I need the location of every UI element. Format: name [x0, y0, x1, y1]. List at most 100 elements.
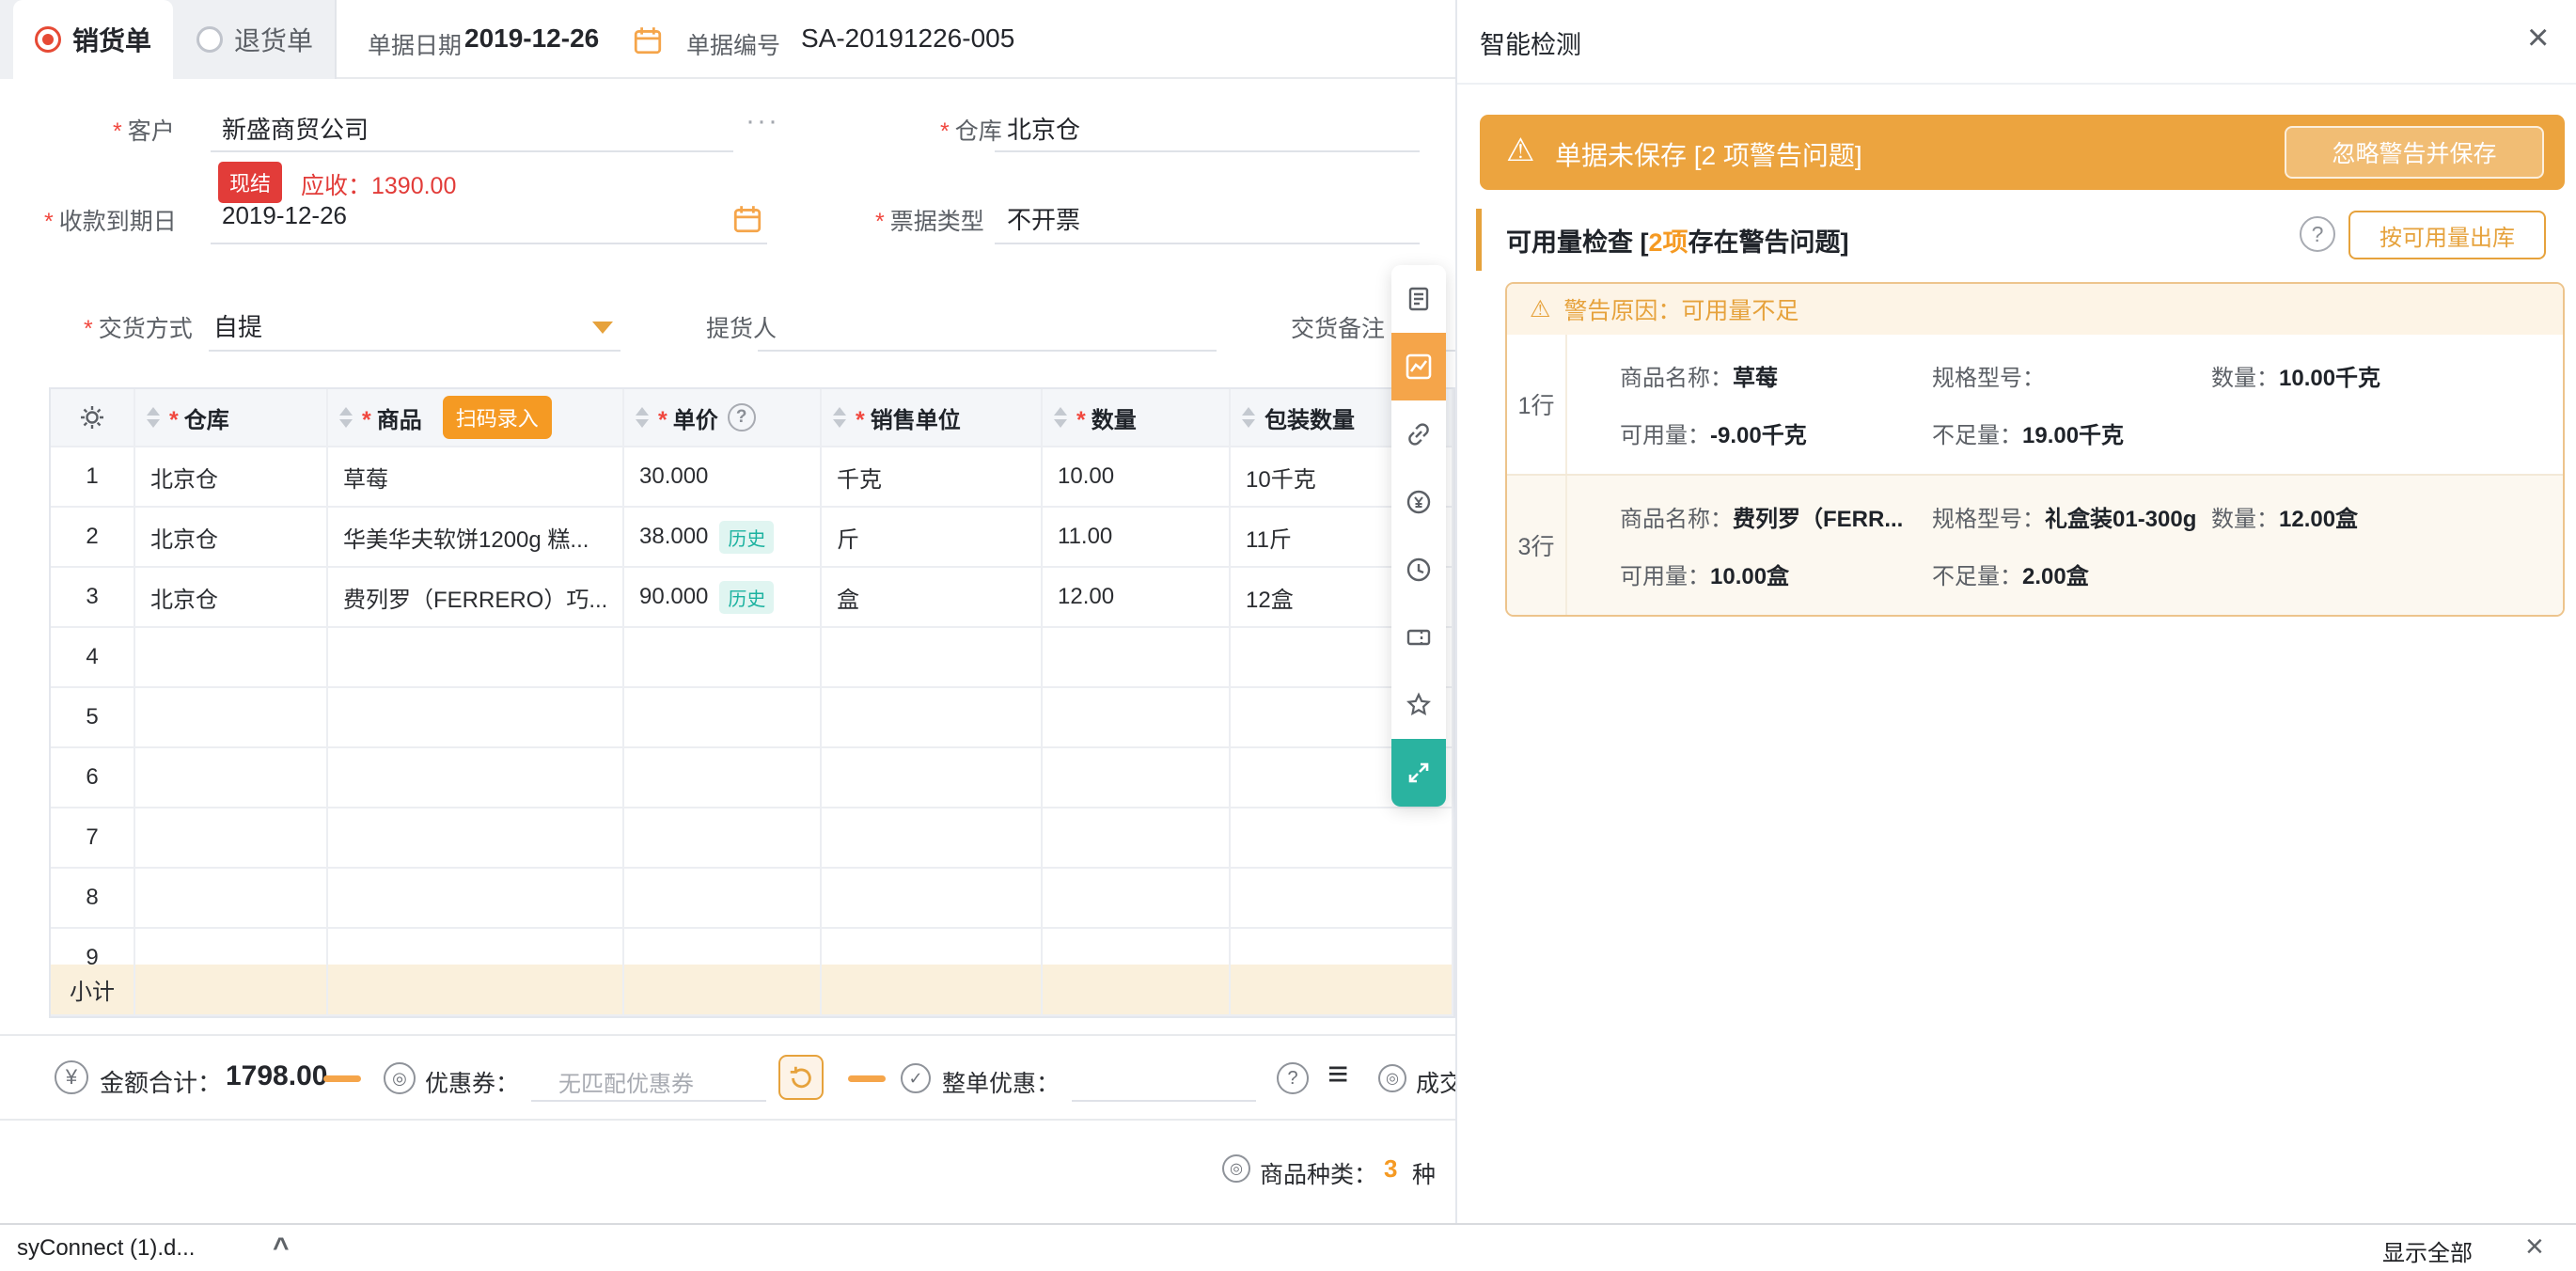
sort-icon[interactable] — [833, 407, 846, 428]
cell-price[interactable] — [624, 808, 822, 869]
close-icon[interactable]: × — [2527, 17, 2549, 59]
star-tool-icon[interactable] — [1391, 671, 1446, 739]
cell-price[interactable]: 38.000 历史 — [624, 508, 822, 568]
coupon-refresh-button[interactable] — [778, 1055, 824, 1100]
customer-more-button[interactable]: ··· — [746, 105, 779, 137]
link-tool-icon[interactable] — [1391, 400, 1446, 468]
cell-warehouse[interactable] — [135, 869, 328, 929]
chart-tool-icon[interactable] — [1391, 333, 1446, 400]
cell-unit[interactable]: 盒 — [822, 568, 1043, 628]
header-quantity[interactable]: 数量 — [1043, 389, 1231, 447]
cell-unit[interactable] — [822, 929, 1043, 965]
sort-icon[interactable] — [147, 407, 160, 428]
invoice-type-underline[interactable] — [995, 243, 1420, 244]
cell-pack[interactable] — [1231, 929, 1453, 965]
cell-quantity[interactable]: 12.00 — [1043, 568, 1231, 628]
cell-quantity[interactable]: 11.00 — [1043, 508, 1231, 568]
cell-price[interactable] — [624, 929, 822, 965]
delivery-method-underline[interactable] — [209, 350, 620, 352]
tab-sales-order[interactable]: 销货单 — [13, 0, 173, 79]
cell-product[interactable] — [328, 929, 624, 965]
history-price-tag[interactable]: 历史 — [719, 580, 775, 614]
cell-warehouse[interactable]: 北京仓 — [135, 508, 328, 568]
coupon-input[interactable]: 无匹配优惠券 — [558, 1065, 694, 1098]
picker-input-underline[interactable] — [758, 350, 1217, 352]
tab-return-order[interactable]: 退货单 — [173, 0, 337, 79]
order-discount-underline[interactable] — [1072, 1100, 1256, 1102]
cell-unit[interactable] — [822, 688, 1043, 748]
delivery-method-value[interactable]: 自提 — [213, 308, 262, 343]
warehouse-value[interactable]: 北京仓 — [1007, 111, 1080, 146]
sort-icon[interactable] — [1054, 407, 1067, 428]
cell-product[interactable] — [328, 748, 624, 808]
doc-date-value[interactable]: 2019-12-26 — [464, 24, 599, 54]
collapse-dash-icon[interactable] — [848, 1075, 886, 1082]
outbound-by-availability-button[interactable]: 按可用量出库 — [2348, 211, 2546, 259]
cell-price[interactable] — [624, 688, 822, 748]
cell-price[interactable]: 30.000 — [624, 447, 822, 508]
coin-tool-icon[interactable] — [1391, 468, 1446, 536]
help-icon[interactable]: ? — [1277, 1062, 1309, 1094]
customer-value[interactable]: 新盛商贸公司 — [222, 111, 369, 146]
sort-icon[interactable] — [339, 407, 353, 428]
cell-unit[interactable]: 千克 — [822, 447, 1043, 508]
cell-price[interactable] — [624, 748, 822, 808]
cell-quantity[interactable] — [1043, 628, 1231, 688]
history-price-tag[interactable]: 历史 — [719, 520, 775, 554]
cell-product[interactable] — [328, 808, 624, 869]
cell-unit[interactable] — [822, 628, 1043, 688]
due-date-value[interactable]: 2019-12-26 — [222, 201, 347, 230]
sort-icon[interactable] — [1242, 407, 1255, 428]
sort-icon[interactable] — [636, 407, 649, 428]
expand-tool-icon[interactable] — [1391, 739, 1446, 807]
cell-price[interactable] — [624, 869, 822, 929]
header-price[interactable]: 单价 ? — [624, 389, 822, 447]
cell-unit[interactable]: 斤 — [822, 508, 1043, 568]
customer-input-underline[interactable] — [211, 150, 733, 152]
cell-warehouse[interactable] — [135, 688, 328, 748]
coupon-input-underline[interactable] — [531, 1100, 766, 1102]
cell-pack[interactable] — [1231, 808, 1453, 869]
header-product[interactable]: 商品 扫码录入 — [328, 389, 624, 447]
cell-product[interactable] — [328, 688, 624, 748]
caret-up-icon[interactable]: ^ — [273, 1232, 290, 1264]
cell-product[interactable]: 华美华夫软饼1200g 糕... — [328, 508, 624, 568]
close-downloads-icon[interactable]: × — [2525, 1229, 2544, 1265]
cell-quantity[interactable] — [1043, 869, 1231, 929]
cell-unit[interactable] — [822, 869, 1043, 929]
cell-quantity[interactable] — [1043, 929, 1231, 965]
availability-help-icon[interactable]: ? — [2300, 216, 2335, 252]
cell-unit[interactable] — [822, 808, 1043, 869]
calendar-icon[interactable] — [731, 203, 763, 235]
cell-quantity[interactable] — [1043, 808, 1231, 869]
menu-icon[interactable]: ≡ — [1327, 1055, 1348, 1095]
cell-unit[interactable] — [822, 748, 1043, 808]
header-warehouse[interactable]: 仓库 — [135, 389, 328, 447]
cell-warehouse[interactable]: 北京仓 — [135, 447, 328, 508]
collapse-dash-icon[interactable] — [323, 1075, 361, 1082]
calendar-icon[interactable] — [632, 24, 664, 56]
cell-product[interactable] — [328, 869, 624, 929]
cell-warehouse[interactable]: 北京仓 — [135, 568, 328, 628]
cell-quantity[interactable]: 10.00 — [1043, 447, 1231, 508]
cell-quantity[interactable] — [1043, 688, 1231, 748]
price-help-icon[interactable]: ? — [727, 403, 756, 432]
download-file-name[interactable]: syConnect (1).d... — [17, 1235, 195, 1262]
cell-price[interactable] — [624, 628, 822, 688]
clock-tool-icon[interactable] — [1391, 536, 1446, 604]
cell-price[interactable]: 90.000 历史 — [624, 568, 822, 628]
invoice-type-value[interactable]: 不开票 — [1007, 201, 1080, 236]
header-sale-unit[interactable]: 销售单位 — [822, 389, 1043, 447]
note-tool-icon[interactable] — [1391, 265, 1446, 333]
due-date-underline[interactable] — [211, 243, 767, 244]
cell-product[interactable]: 费列罗（FERRERO）巧... — [328, 568, 624, 628]
cell-product[interactable] — [328, 628, 624, 688]
scan-input-button[interactable]: 扫码录入 — [442, 396, 552, 439]
cell-warehouse[interactable] — [135, 748, 328, 808]
cell-warehouse[interactable] — [135, 628, 328, 688]
ignore-and-save-button[interactable]: 忽略警告并保存 — [2285, 126, 2544, 179]
chevron-down-icon[interactable] — [592, 322, 613, 334]
warehouse-input-underline[interactable] — [995, 150, 1420, 152]
cell-product[interactable]: 草莓 — [328, 447, 624, 508]
cell-warehouse[interactable] — [135, 929, 328, 965]
